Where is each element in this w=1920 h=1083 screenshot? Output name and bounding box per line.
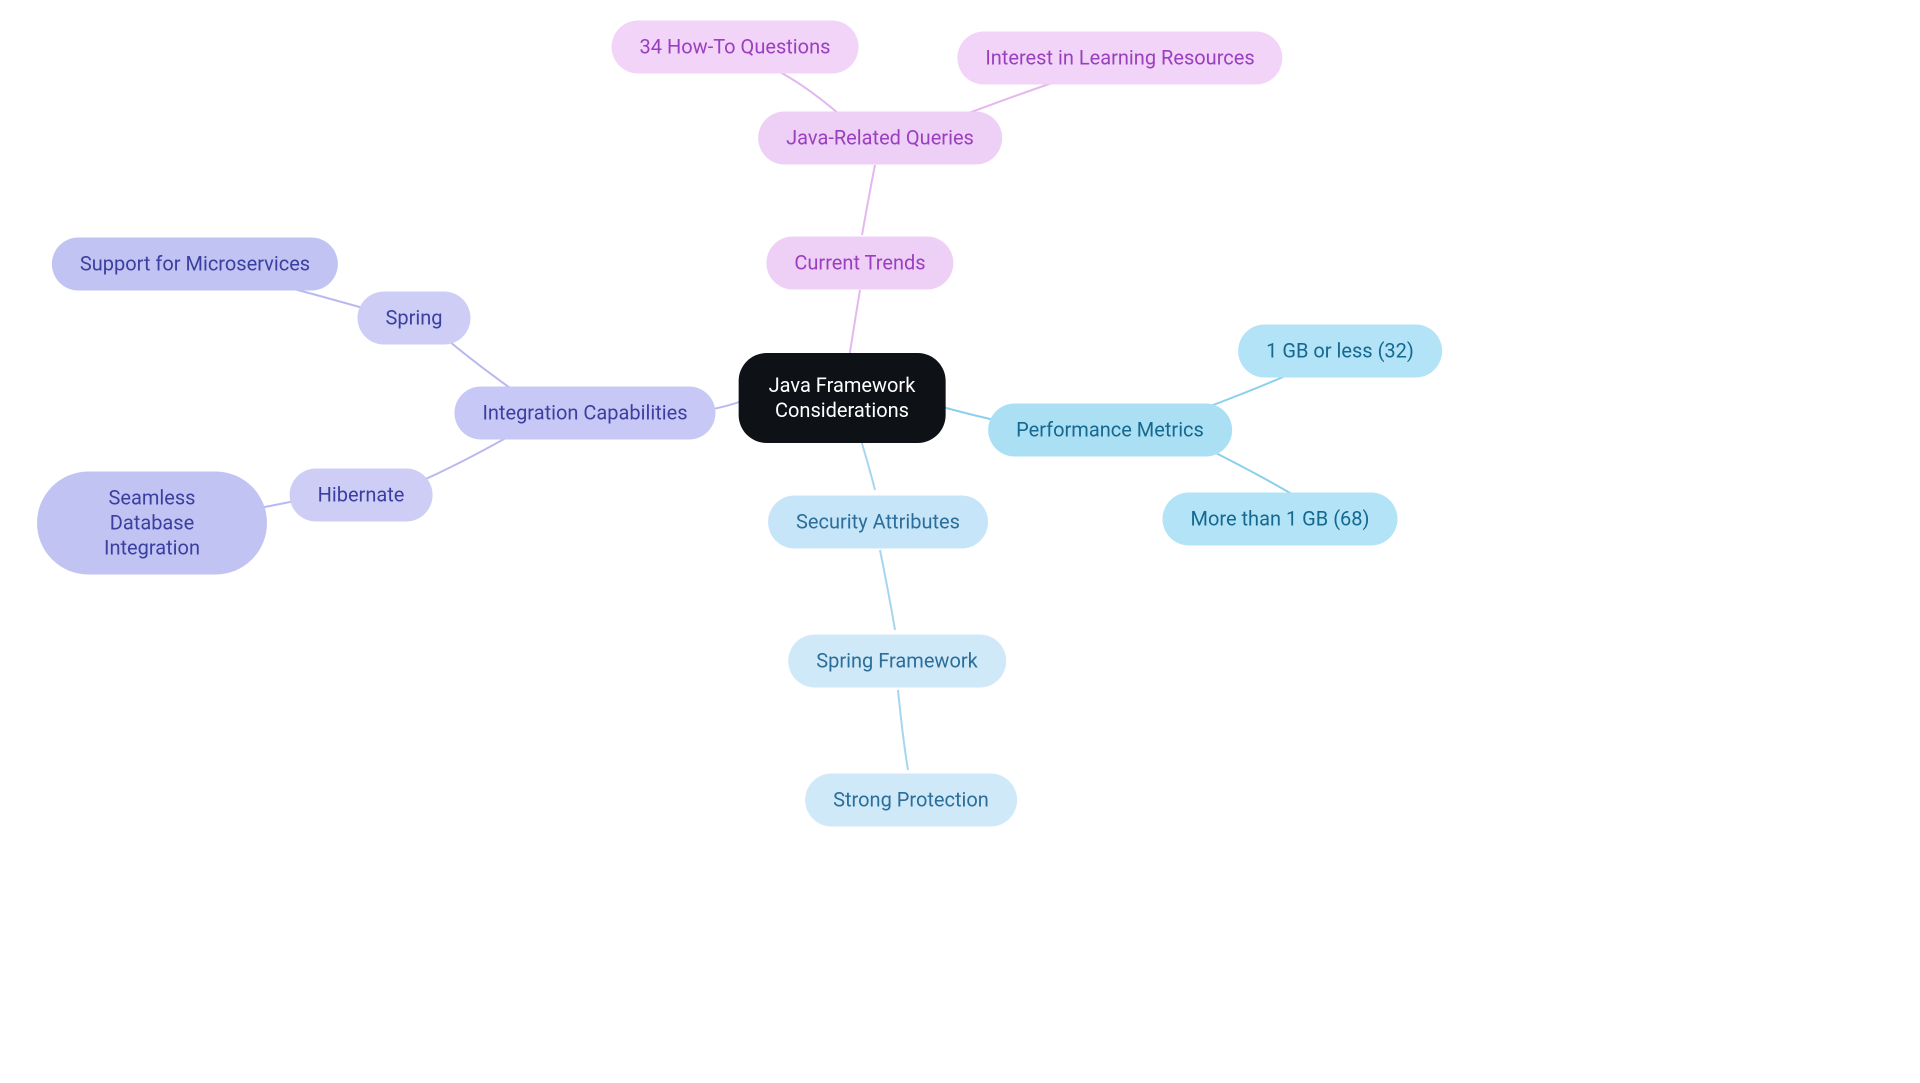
edge-springfw-protection (898, 690, 908, 770)
node-support-microservices[interactable]: Support for Microservices (52, 238, 338, 291)
node-more-than-gb[interactable]: More than 1 GB (68) (1162, 493, 1397, 546)
node-howto-questions[interactable]: 34 How-To Questions (612, 21, 859, 74)
node-performance-metrics[interactable]: Performance Metrics (988, 404, 1232, 457)
node-spring-framework[interactable]: Spring Framework (788, 635, 1006, 688)
edge-trends-queries (862, 165, 875, 235)
node-strong-protection[interactable]: Strong Protection (805, 774, 1017, 827)
node-current-trends[interactable]: Current Trends (766, 237, 953, 290)
edge-security-springfw (880, 550, 895, 630)
node-root[interactable]: Java Framework Considerations (739, 353, 946, 443)
node-seamless-db-integration[interactable]: Seamless Database Integration (37, 472, 267, 575)
node-security-attributes[interactable]: Security Attributes (768, 496, 988, 549)
node-integration-capabilities[interactable]: Integration Capabilities (454, 387, 715, 440)
node-learning-resources[interactable]: Interest in Learning Resources (957, 32, 1282, 85)
node-spring[interactable]: Spring (357, 292, 470, 345)
node-java-related-queries[interactable]: Java-Related Queries (758, 112, 1002, 165)
node-gb-or-less[interactable]: 1 GB or less (32) (1238, 325, 1442, 378)
node-hibernate[interactable]: Hibernate (290, 469, 433, 522)
